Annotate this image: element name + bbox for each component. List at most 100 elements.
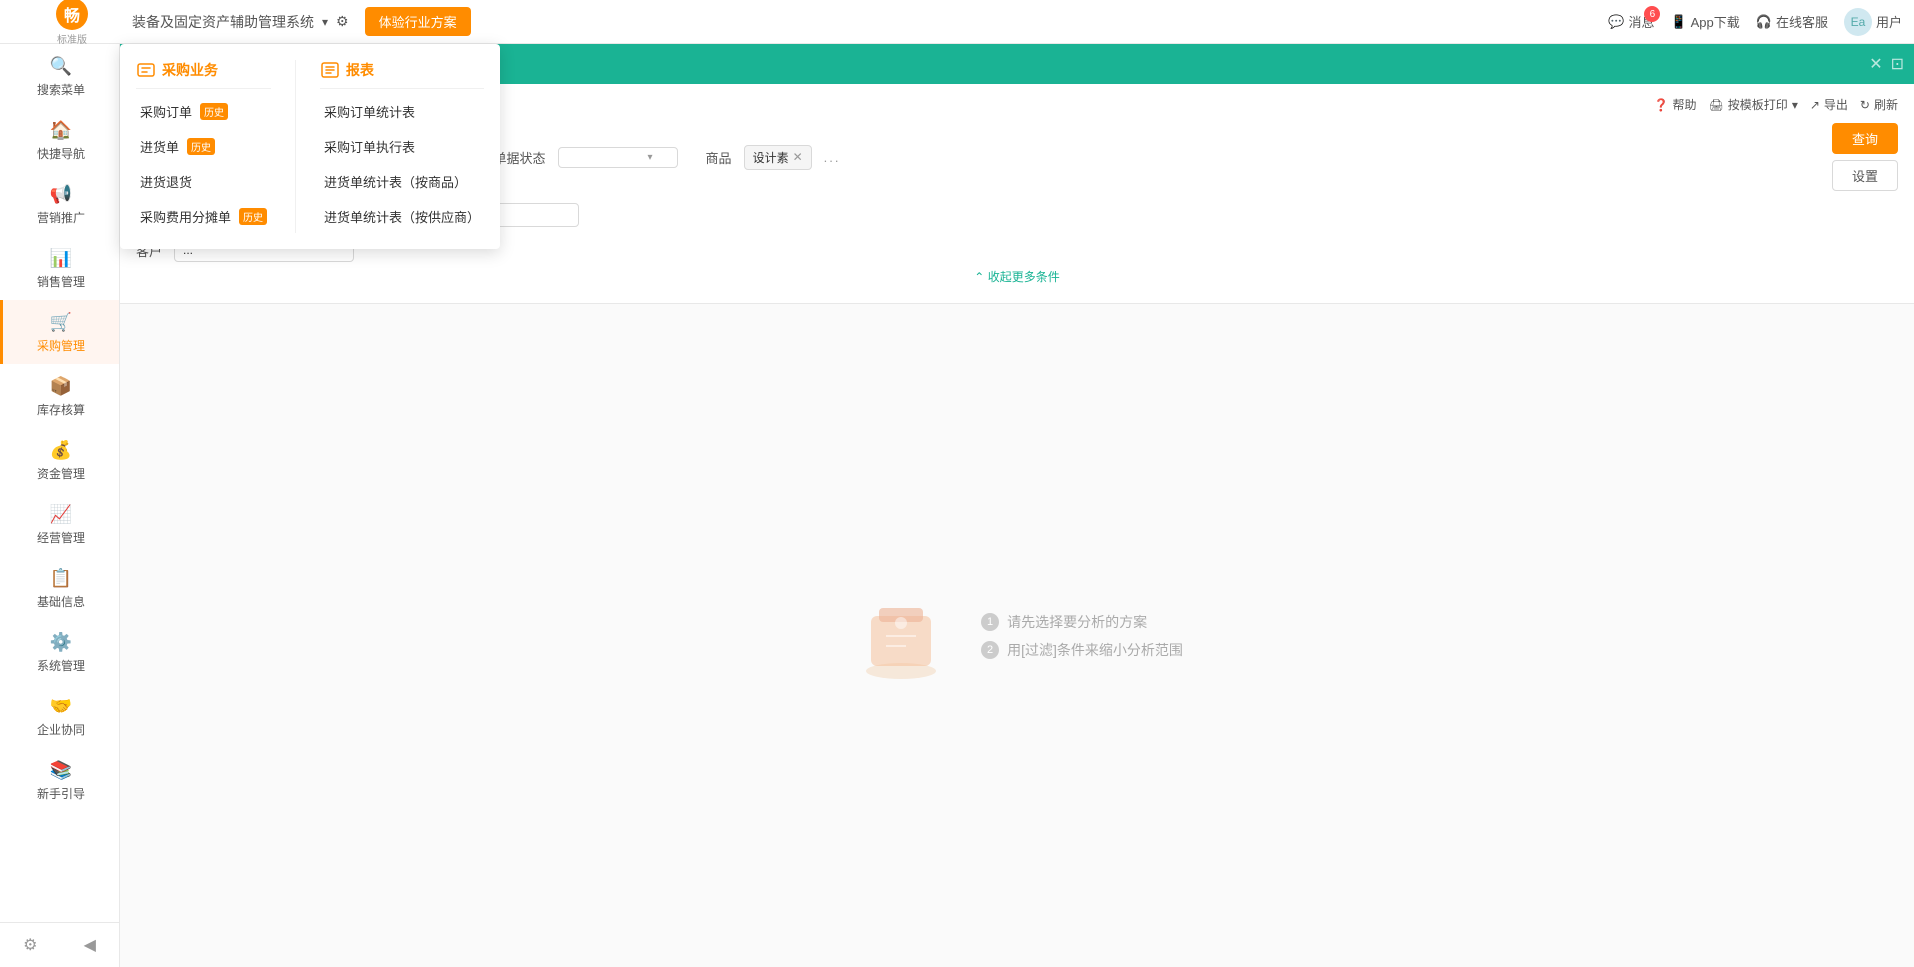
sidebar-label-system: 系统管理 (37, 657, 85, 674)
voucher-status-arrow: ▾ (648, 152, 653, 163)
sidebar-label-search: 搜索菜单 (37, 81, 85, 98)
stock-return-item[interactable]: 进货退货 (136, 165, 271, 198)
hint-text-2: 用[过滤]条件来缩小分析范围 (1007, 640, 1183, 660)
dropdown-divider (295, 60, 296, 233)
sidebar-label-guide: 新手引导 (37, 785, 85, 802)
history-badge-3: 历史 (239, 208, 267, 225)
product-tag: 设计素 ✕ (744, 145, 812, 170)
print-dropdown-icon: ▾ (1792, 98, 1798, 112)
sidebar-item-system[interactable]: ⚙️ 系统管理 (0, 620, 119, 684)
purchase-order-label: 采购订单 (140, 102, 192, 121)
app-download-label: App下载 (1691, 12, 1740, 31)
hint-text-1: 请先选择要分析的方案 (1007, 612, 1147, 632)
purchase-order-exec-label: 采购订单执行表 (324, 137, 415, 156)
inventory-icon: 📦 (50, 376, 72, 397)
refresh-icon: ↻ (1860, 98, 1870, 112)
help-button[interactable]: ❓ 帮助 (1654, 96, 1697, 113)
sidebar-label-inventory: 库存核算 (37, 401, 85, 418)
purchase-expense-item[interactable]: 采购费用分摊单 历史 (136, 200, 271, 233)
settings-button[interactable]: 设置 (1832, 160, 1898, 191)
guide-icon: 📚 (50, 760, 72, 781)
sidebar-item-guide[interactable]: 📚 新手引导 (0, 748, 119, 812)
sidebar-item-quicknav[interactable]: 🏠 快捷导航 (0, 108, 119, 172)
basic-icon: 📋 (50, 568, 72, 589)
dropdown-report-title: 报表 (320, 60, 484, 89)
tab-expand-icon[interactable]: ⊡ (1891, 54, 1904, 74)
print-icon: 🖨 (1709, 98, 1724, 112)
empty-hint-1: 1 请先选择要分析的方案 (981, 612, 1183, 632)
voucher-status-select[interactable]: ▾ (558, 147, 678, 168)
sidebar-label-purchase: 采购管理 (37, 337, 85, 354)
export-button[interactable]: ↗ 导出 (1810, 96, 1848, 113)
finance-icon: 💰 (50, 440, 72, 461)
purchase-order-item[interactable]: 采购订单 历史 (136, 95, 271, 128)
stock-in-label: 进货单 (140, 137, 179, 156)
stock-in-stat-product-item[interactable]: 进货单统计表（按商品） (320, 165, 484, 198)
user-label: 用户 (1876, 12, 1902, 31)
stock-in-item[interactable]: 进货单 历史 (136, 130, 271, 163)
sidebar-item-inventory[interactable]: 📦 库存核算 (0, 364, 119, 428)
sidebar-item-marketing[interactable]: 📢 营销推广 (0, 172, 119, 236)
dropdown-purchase-col: 采购业务 采购订单 历史 进货单 历史 进货退货 采购费用分摊单 历史 (136, 60, 271, 233)
sidebar-item-finance[interactable]: 💰 资金管理 (0, 428, 119, 492)
dropdown-purchase-title: 采购业务 (136, 60, 271, 89)
hint-num-1: 1 (981, 613, 999, 631)
report-menu-title: 报表 (346, 60, 374, 80)
online-service-label: 在线客服 (1776, 12, 1828, 31)
refresh-button[interactable]: ↻ 刷新 (1860, 96, 1898, 113)
marketing-icon: 📢 (50, 184, 72, 205)
empty-state: 1 请先选择要分析的方案 2 用[过滤]条件来缩小分析范围 (120, 304, 1914, 967)
sidebar-label-finance: 资金管理 (37, 465, 85, 482)
notifications-button[interactable]: 💬 消息 6 (1608, 12, 1654, 31)
purchase-icon: 🛒 (50, 312, 72, 333)
notification-badge: 6 (1644, 6, 1660, 22)
sidebar: 🔍 搜索菜单 🏠 快捷导航 📢 营销推广 📊 销售管理 🛒 采购管理 📦 库存核… (0, 44, 120, 967)
purchase-order-exec-item[interactable]: 采购订单执行表 (320, 130, 484, 163)
export-icon: ↗ (1810, 98, 1820, 112)
app-download-button[interactable]: 📱 App下载 (1670, 12, 1739, 31)
product-tag-close-icon[interactable]: ✕ (793, 150, 803, 164)
system-title-text: 装备及固定资产辅助管理系统 (132, 12, 314, 32)
purchase-expense-label: 采购费用分摊单 (140, 207, 231, 226)
dropdown-menu: 采购业务 采购订单 历史 进货单 历史 进货退货 采购费用分摊单 历史 (120, 44, 500, 249)
tab-bar-spacer (295, 44, 1859, 84)
product-dots[interactable]: ... (824, 150, 841, 165)
tab-close-all-icon[interactable]: ✕ (1869, 54, 1882, 74)
trial-button[interactable]: 体验行业方案 (365, 7, 471, 36)
logo-subtitle: 标准版 (57, 31, 87, 46)
sidebar-item-search[interactable]: 🔍 搜索菜单 (0, 44, 119, 108)
search-icon: 🔍 (50, 56, 72, 77)
sidebar-label-operations: 经营管理 (37, 529, 85, 546)
sales-icon: 📊 (50, 248, 72, 269)
query-button[interactable]: 查询 (1832, 123, 1898, 154)
voucher-status-label: 单据状态 (494, 148, 546, 167)
collapse-button[interactable]: ⌃ 收起更多条件 (136, 262, 1898, 291)
user-menu-button[interactable]: Ea 用户 (1844, 8, 1902, 36)
print-button[interactable]: 🖨 按模板打印 ▾ (1709, 96, 1798, 113)
home-icon: 🏠 (50, 120, 72, 141)
stock-in-stat-supplier-label: 进货单统计表（按供应商） (324, 207, 480, 226)
history-badge-0: 历史 (200, 103, 228, 120)
online-service-button[interactable]: 🎧 在线客服 (1756, 12, 1828, 31)
header-right: 💬 消息 6 📱 App下载 🎧 在线客服 Ea 用户 (1608, 8, 1902, 36)
sidebar-collapse-icon[interactable]: ◀ (76, 931, 104, 959)
sidebar-item-operations[interactable]: 📈 经营管理 (0, 492, 119, 556)
empty-illustration (851, 586, 951, 686)
operations-icon: 📈 (50, 504, 72, 525)
sidebar-label-marketing: 营销推广 (37, 209, 85, 226)
sidebar-bottom: ⚙ ◀ (0, 922, 119, 967)
sidebar-item-basic[interactable]: 📋 基础信息 (0, 556, 119, 620)
report-menu-icon (320, 60, 340, 80)
system-title-area: 装备及固定资产辅助管理系统 ▾ ⚙ 体验行业方案 (132, 7, 1608, 36)
stock-in-stat-supplier-item[interactable]: 进货单统计表（按供应商） (320, 200, 484, 233)
sidebar-item-purchase[interactable]: 🛒 采购管理 (0, 300, 119, 364)
sidebar-item-sales[interactable]: 📊 销售管理 (0, 236, 119, 300)
system-settings-icon[interactable]: ⚙ (336, 13, 349, 30)
purchase-order-stat-item[interactable]: 采购订单统计表 (320, 95, 484, 128)
sidebar-item-enterprise[interactable]: 🤝 企业协同 (0, 684, 119, 748)
sidebar-label-enterprise: 企业协同 (37, 721, 85, 738)
phone-icon: 📱 (1670, 14, 1686, 30)
sidebar-settings-icon[interactable]: ⚙ (15, 931, 45, 959)
stock-in-stat-product-label: 进货单统计表（按商品） (324, 172, 467, 191)
system-title-dropdown-icon[interactable]: ▾ (322, 15, 328, 29)
